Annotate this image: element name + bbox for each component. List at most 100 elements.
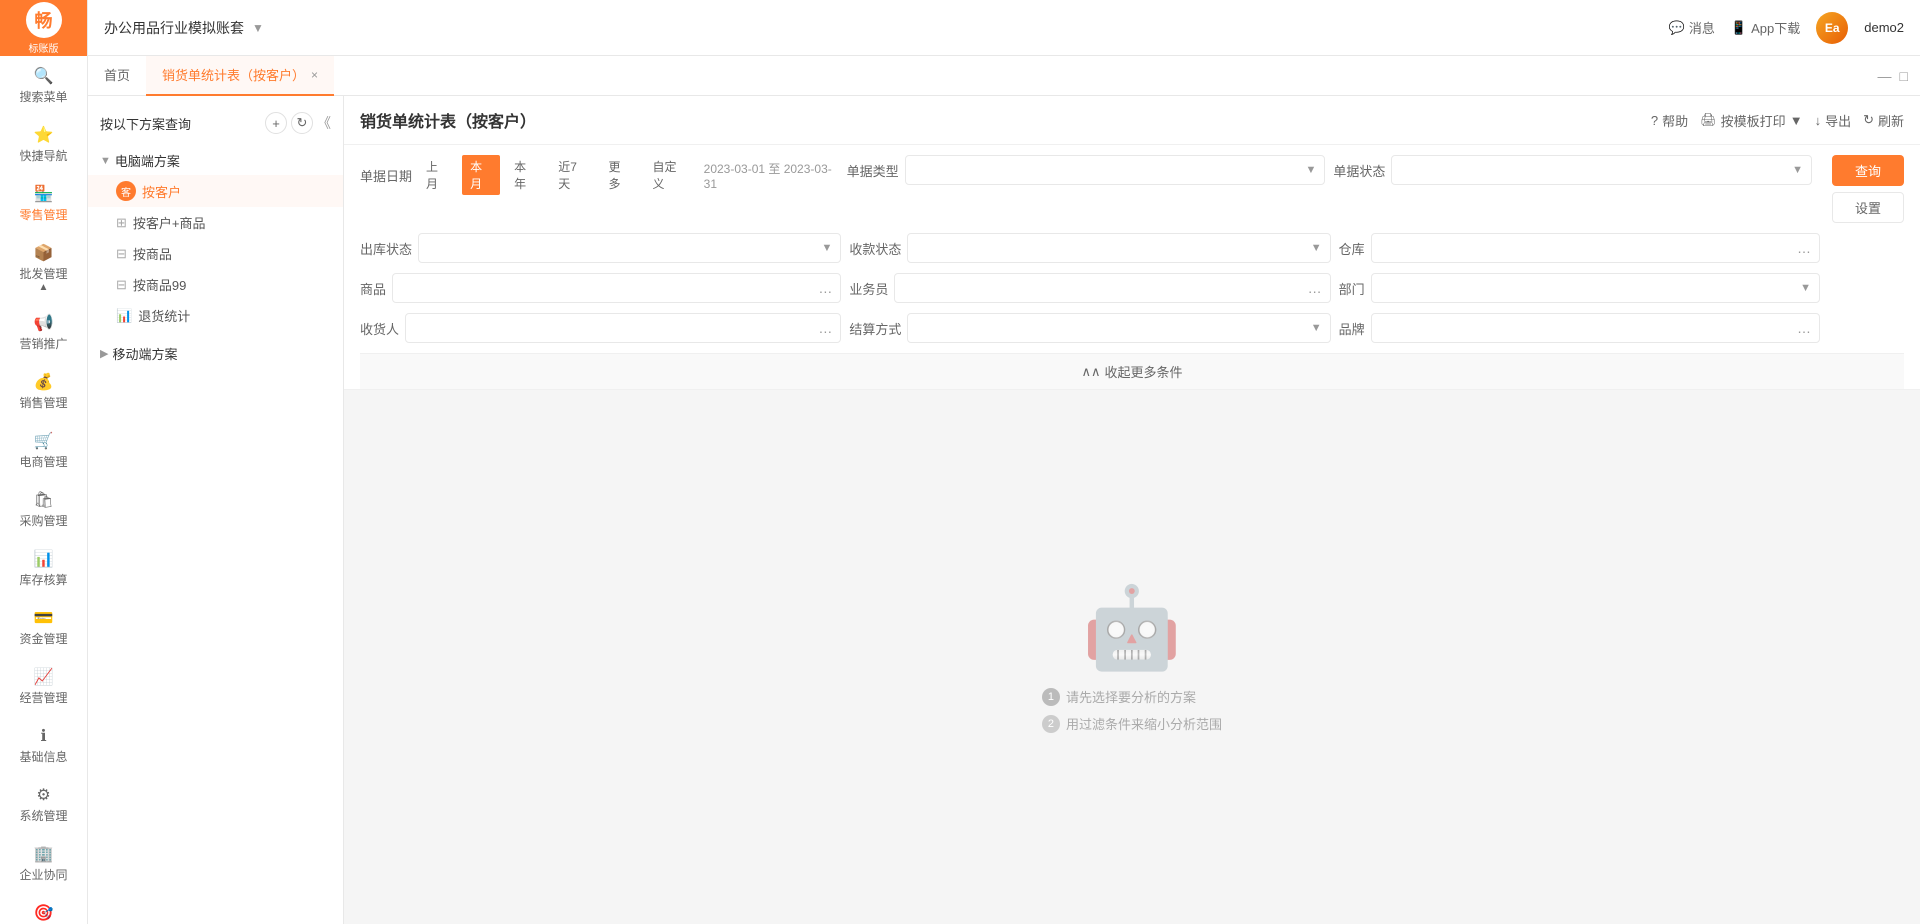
ecommerce-label: 电商管理 (4, 453, 83, 470)
goods-section: 商品 … (360, 273, 841, 303)
settings-btn[interactable]: 设置 (1832, 192, 1904, 223)
hint-num-1: 1 (1042, 688, 1060, 706)
warehouse-select[interactable]: … (1371, 233, 1820, 263)
department-select[interactable]: ▼ (1371, 273, 1820, 303)
retail-icon: 🏪 (4, 184, 83, 204)
app-download-btn[interactable]: 📱 App下载 (1731, 18, 1800, 37)
sidebar-menu: 🔍 搜索菜单 ⭐ 快捷导航 🏪 零售管理 📦 批发管理 ▲ 📢 营销推广 💰 销… (0, 56, 87, 924)
empty-robot-icon: 🤖 (1082, 581, 1182, 675)
collapse-panel-btn[interactable]: 《 (317, 113, 331, 133)
tab-home[interactable]: 首页 (88, 56, 146, 96)
sidebar-quick-nav[interactable]: ⭐ 快捷导航 (0, 115, 87, 174)
query-btn[interactable]: 查询 (1832, 155, 1904, 186)
page-actions: ? 帮助 🖨 按模板打印 ▼ ↓ 导出 ↻ 刷新 (1651, 111, 1904, 130)
sidebar-item-ecommerce[interactable]: 🛒 电商管理 (0, 421, 87, 480)
tab-expand-icon[interactable]: □ (1900, 68, 1908, 84)
sidebar-item-basic[interactable]: ℹ 基础信息 (0, 716, 87, 775)
empty-hints: 1 请先选择要分析的方案 2 用过滤条件来缩小分析范围 (1042, 687, 1222, 733)
tab-sales-stats-label: 销货单统计表（按客户） (162, 65, 305, 84)
brand-select[interactable]: … (1371, 313, 1820, 343)
goods-label: 商品 (360, 279, 386, 298)
date-tab-this-year[interactable]: 本年 (506, 155, 544, 195)
delivery-dropdown-icon: ▼ (821, 242, 832, 254)
tab-sales-stats[interactable]: 销货单统计表（按客户） × (146, 56, 334, 96)
date-tab-7days[interactable]: 近7天 (550, 155, 594, 195)
goods99-icon: ⊟ (116, 277, 127, 293)
content-area: 按以下方案查询 + ↻ 《 ▼ 电脑端方案 (88, 96, 1920, 924)
page-title: 销货单统计表（按客户） (360, 108, 536, 132)
collapse-up-icon: ∧∧ (1081, 364, 1100, 380)
marketing-label: 营销推广 (4, 335, 83, 352)
department-label: 部门 (1339, 279, 1365, 298)
date-tab-more[interactable]: 更多 (600, 155, 638, 195)
date-tab-prev-month[interactable]: 上月 (418, 155, 456, 195)
print-btn[interactable]: 🖨 按模板打印 ▼ (1700, 111, 1802, 130)
user-initial: Ea (1825, 21, 1840, 35)
date-range-value: 2023-03-01 至 2023-03-31 (704, 160, 839, 191)
operations-label: 经营管理 (4, 689, 83, 706)
sidebar-item-wholesale[interactable]: 📦 批发管理 ▲ (0, 233, 87, 303)
customer-icon: 客 (116, 181, 136, 201)
sidebar-item-inventory[interactable]: 📊 库存核算 (0, 539, 87, 598)
goods-icon: ⊟ (116, 246, 127, 262)
order-type-select[interactable]: ▼ (905, 155, 1326, 185)
scheme-return-stats[interactable]: 📊 退货统计 (88, 300, 343, 331)
brand-section: 品牌 … (1339, 313, 1904, 343)
collapse-text: 收起更多条件 (1105, 362, 1183, 381)
sidebar-item-newbie[interactable]: 🎯 新手引导 (0, 893, 87, 924)
brand-more-icon: … (1797, 320, 1811, 336)
tab-close-icon[interactable]: × (311, 68, 318, 82)
help-btn[interactable]: ? 帮助 (1651, 111, 1688, 130)
date-label: 单据日期 (360, 166, 412, 185)
salesperson-more-icon: … (1308, 280, 1322, 296)
order-type-section: 单据类型 ▼ (847, 155, 1326, 185)
wholesale-icon: 📦 (4, 243, 83, 263)
scheme-group-expand-icon: ▼ (100, 155, 111, 167)
payment-status-select[interactable]: ▼ (907, 233, 1330, 263)
scheme-by-goods[interactable]: ⊟ 按商品 (88, 238, 343, 269)
system-label: 系统管理 (4, 807, 83, 824)
message-btn[interactable]: 💬 消息 (1669, 18, 1715, 37)
salesperson-select[interactable]: … (894, 273, 1330, 303)
sidebar-item-system[interactable]: ⚙ 系统管理 (0, 775, 87, 834)
date-tab-this-month[interactable]: 本月 (462, 155, 500, 195)
delivery-status-select[interactable]: ▼ (418, 233, 841, 263)
scheme-group-mobile: ▶ 移动端方案 (88, 335, 343, 372)
topbar-left: 办公用品行业模拟账套 ▼ (104, 18, 264, 38)
sidebar-item-enterprise[interactable]: 🏢 企业协同 (0, 834, 87, 893)
filter-row-1: 单据日期 上月 本月 本年 近7天 更多 自定义 2023-03-01 至 20… (360, 155, 1904, 223)
sidebar-search-menu[interactable]: 🔍 搜索菜单 (0, 56, 87, 115)
scheme-by-customer-goods[interactable]: ⊞ 按客户+商品 (88, 207, 343, 238)
date-tab-custom[interactable]: 自定义 (645, 155, 694, 195)
sidebar-item-retail[interactable]: 🏪 零售管理 (0, 174, 87, 233)
payment-method-section: 结算方式 ▼ (849, 313, 1330, 343)
add-scheme-btn[interactable]: + (265, 112, 287, 134)
refresh-scheme-btn[interactable]: ↻ (291, 112, 313, 134)
hint-text-2: 用过滤条件来缩小分析范围 (1066, 714, 1222, 733)
scheme-by-goods99[interactable]: ⊟ 按商品99 (88, 269, 343, 300)
sidebar-item-operations[interactable]: 📈 经营管理 (0, 657, 87, 716)
receiver-select[interactable]: … (405, 313, 841, 343)
sidebar-item-marketing[interactable]: 📢 营销推广 (0, 303, 87, 362)
topbar-right: 💬 消息 📱 App下载 Ea demo2 (1669, 12, 1904, 44)
scheme-group-desktop-header[interactable]: ▼ 电脑端方案 (88, 146, 343, 175)
sidebar-item-purchase[interactable]: 🛍 采购管理 (0, 480, 87, 539)
refresh-btn[interactable]: ↻ 刷新 (1863, 111, 1904, 130)
date-tabs: 上月 本月 本年 近7天 更多 自定义 (418, 155, 694, 195)
platform-dropdown-icon[interactable]: ▼ (252, 21, 264, 35)
logo-icon: 畅 (26, 2, 62, 38)
export-btn[interactable]: ↓ 导出 (1815, 111, 1852, 130)
scheme-by-goods99-label: 按商品99 (133, 275, 186, 294)
collapse-more-conditions[interactable]: ∧∧ 收起更多条件 (360, 353, 1904, 389)
tab-minimize-icon[interactable]: — (1878, 68, 1892, 84)
scheme-by-customer[interactable]: 客 按客户 (88, 175, 343, 207)
payment-method-select[interactable]: ▼ (907, 313, 1330, 343)
order-status-select[interactable]: ▼ (1391, 155, 1812, 185)
goods-select[interactable]: … (392, 273, 841, 303)
retail-label: 零售管理 (4, 206, 83, 223)
filter-row-4: 收货人 … 结算方式 ▼ 品牌 (360, 313, 1904, 343)
sidebar-item-finance[interactable]: 💳 资金管理 (0, 598, 87, 657)
user-avatar[interactable]: Ea (1816, 12, 1848, 44)
scheme-group-mobile-header[interactable]: ▶ 移动端方案 (88, 339, 343, 368)
sidebar-item-sales[interactable]: 💰 销售管理 (0, 362, 87, 421)
